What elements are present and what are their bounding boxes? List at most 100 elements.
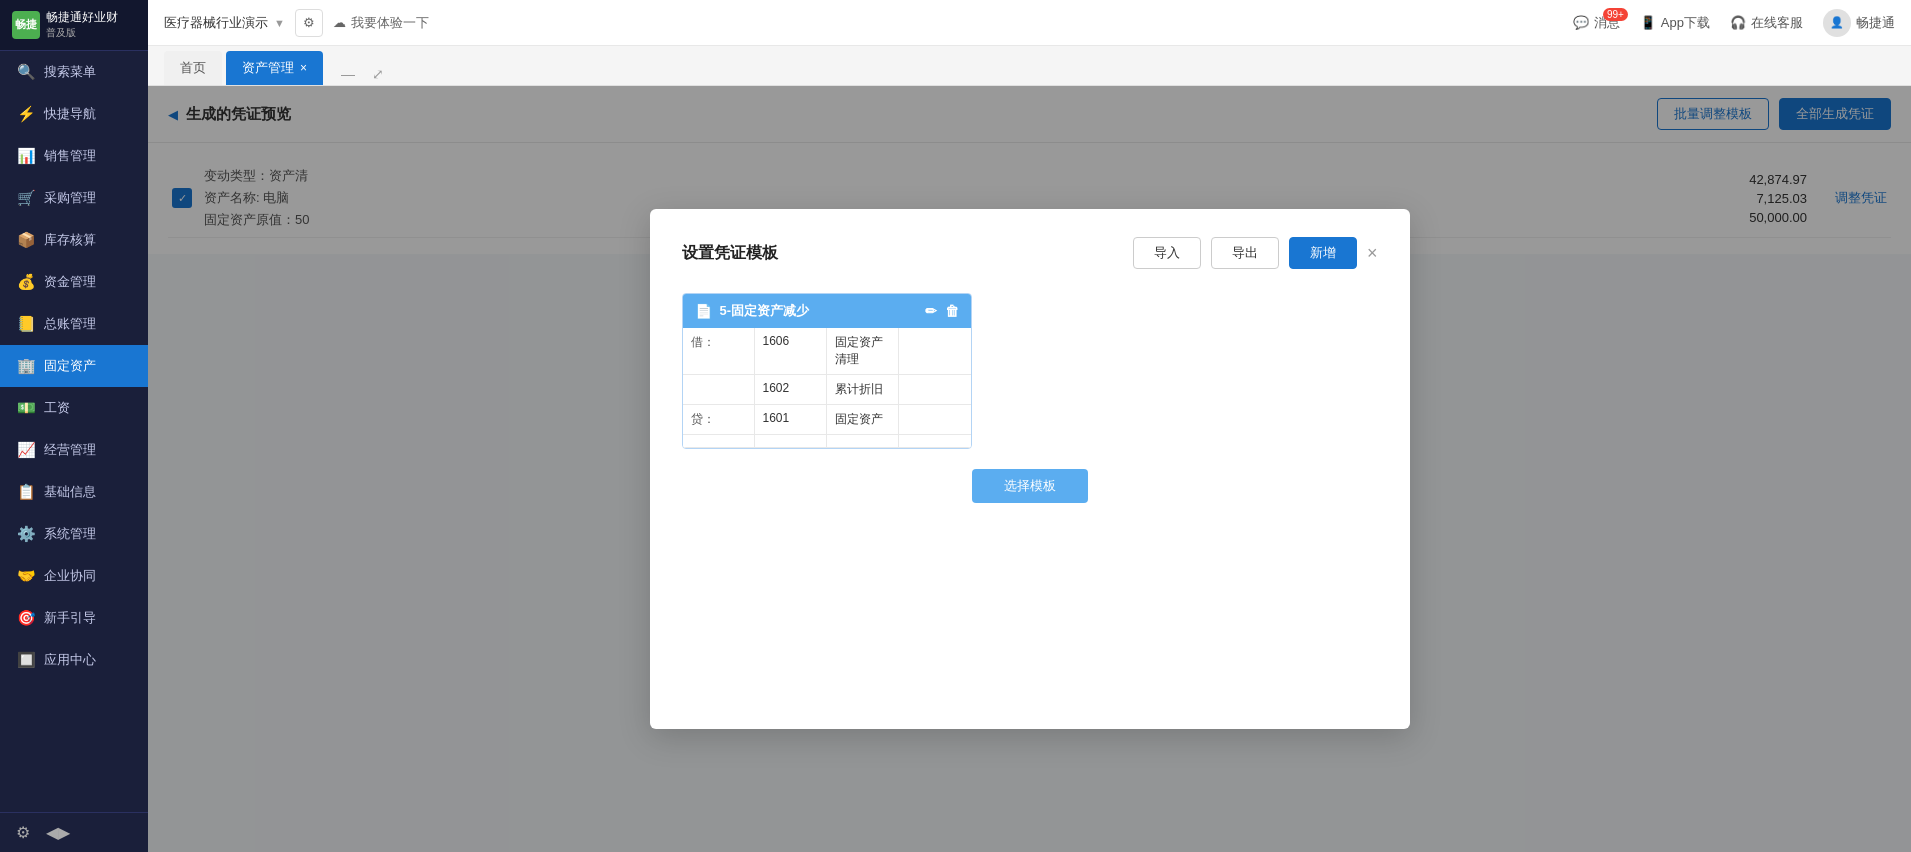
modal-overlay: 设置凭证模板 导入 导出 新增 × bbox=[148, 86, 1911, 852]
fixedasset-icon: 🏢 bbox=[16, 356, 36, 376]
tab-assetmgmt[interactable]: 资产管理 × bbox=[226, 51, 323, 85]
user-button[interactable]: 👤 畅捷通 bbox=[1823, 9, 1895, 37]
sidebar-label-search: 搜索菜单 bbox=[44, 63, 96, 81]
settings-icon[interactable]: ⚙ bbox=[16, 823, 30, 842]
message-button[interactable]: 💬 消息 99+ bbox=[1573, 14, 1620, 32]
select-template-area: 选择模板 bbox=[682, 469, 1378, 503]
support-button[interactable]: 🎧 在线客服 bbox=[1730, 14, 1803, 32]
sidebar-item-inventory[interactable]: 📦 库存核算 bbox=[0, 219, 148, 261]
modal-close-button[interactable]: × bbox=[1367, 243, 1378, 264]
sidebar-label-inventory: 库存核算 bbox=[44, 231, 96, 249]
message-icon: 💬 bbox=[1573, 15, 1589, 30]
template-card-header: 📄 5-固定资产减少 ✏ 🗑 bbox=[683, 294, 971, 328]
sidebar-label-collab: 企业协同 bbox=[44, 567, 96, 585]
sidebar-item-fixedasset[interactable]: 🏢固定资产 bbox=[0, 345, 148, 387]
sidebar-item-collab[interactable]: 🤝 企业协同 bbox=[0, 555, 148, 597]
sidebar-label-basic: 基础信息 bbox=[44, 483, 96, 501]
topbar-left: 医疗器械行业演示 ▼ ⚙ ☁ 我要体验一下 bbox=[164, 9, 429, 37]
collapse-icon[interactable]: ◀▶ bbox=[46, 823, 70, 842]
support-label: 在线客服 bbox=[1751, 14, 1803, 32]
tab-home[interactable]: 首页 bbox=[164, 51, 222, 85]
sidebar-item-basic[interactable]: 📋基础信息 bbox=[0, 471, 148, 513]
sidebar-item-finance[interactable]: 💰资金管理 bbox=[0, 261, 148, 303]
export-button[interactable]: 导出 bbox=[1211, 237, 1279, 269]
sidebar-item-search[interactable]: 🔍 搜索菜单 bbox=[0, 51, 148, 93]
ledger-icon: 📒 bbox=[16, 314, 36, 334]
sales-icon: 📊 bbox=[16, 146, 36, 166]
tab-assetmgmt-label: 资产管理 bbox=[242, 59, 294, 77]
nav-tabs: 首页 资产管理 × — ⤢ bbox=[148, 46, 1911, 86]
company-chevron-icon: ▼ bbox=[274, 17, 285, 29]
sidebar-label-quicknav: 快捷导航 bbox=[44, 105, 96, 123]
appdownload-icon: 📱 bbox=[1640, 15, 1656, 30]
debit-label-1: 借： bbox=[683, 328, 755, 374]
sidebar-label-payroll: 工资 bbox=[44, 399, 70, 417]
sidebar-item-system[interactable]: ⚙️ 系统管理 bbox=[0, 513, 148, 555]
debit-account-2: 累计折旧 bbox=[827, 375, 899, 404]
import-button[interactable]: 导入 bbox=[1133, 237, 1201, 269]
sidebar-label-finance: 资金管理 bbox=[44, 273, 96, 291]
sidebar: 畅捷 畅捷通好业财 普及版 🔍 搜索菜单 ⚡快捷导航📊销售管理🛒采购管理 📦 库存核算 💰… bbox=[0, 0, 148, 852]
sidebar-item-ledger[interactable]: 📒 总账管理 bbox=[0, 303, 148, 345]
tab-home-label: 首页 bbox=[180, 59, 206, 77]
template-card-actions: ✏ 🗑 bbox=[925, 303, 959, 319]
sidebar-logo: 畅捷 畅捷通好业财 普及版 bbox=[0, 0, 148, 51]
sidebar-label-purchase: 采购管理 bbox=[44, 189, 96, 207]
new-template-button[interactable]: 新增 bbox=[1289, 237, 1357, 269]
modal-title: 设置凭证模板 bbox=[682, 243, 778, 264]
debit-label-2 bbox=[683, 375, 755, 404]
support-icon: 🎧 bbox=[1730, 15, 1746, 30]
sidebar-nav: 🔍 搜索菜单 ⚡快捷导航📊销售管理🛒采购管理 📦 库存核算 💰资金管理 📒 总账管理 🏢固定资产… bbox=[0, 51, 148, 812]
topbar-gear-button[interactable]: ⚙ bbox=[295, 9, 323, 37]
tab-close-icon[interactable]: × bbox=[300, 61, 307, 75]
message-badge: 99+ bbox=[1603, 8, 1628, 21]
appdownload-button[interactable]: 📱 App下载 bbox=[1640, 14, 1710, 32]
sidebar-label-operations: 经营管理 bbox=[44, 441, 96, 459]
sidebar-label-guide: 新手引导 bbox=[44, 609, 96, 627]
sidebar-label-system: 系统管理 bbox=[44, 525, 96, 543]
select-template-button[interactable]: 选择模板 bbox=[972, 469, 1088, 503]
credit-label-1: 贷： bbox=[683, 405, 755, 434]
logo-sub: 普及版 bbox=[46, 26, 118, 40]
sidebar-item-payroll[interactable]: 💵工资 bbox=[0, 387, 148, 429]
trial-label: 我要体验一下 bbox=[351, 14, 429, 32]
modal-header-right: 导入 导出 新增 × bbox=[1133, 237, 1378, 269]
template-edit-icon[interactable]: ✏ bbox=[925, 303, 937, 319]
window-maximize-button[interactable]: ⤢ bbox=[367, 63, 389, 85]
modal-set-template: 设置凭证模板 导入 导出 新增 × bbox=[650, 209, 1410, 729]
company-selector[interactable]: 医疗器械行业演示 ▼ bbox=[164, 14, 285, 32]
template-card-body: 借： 1606 固定资产清理 1602 累计折旧 bbox=[683, 328, 971, 448]
sidebar-item-guide[interactable]: 🎯 新手引导 bbox=[0, 597, 148, 639]
sidebar-item-quicknav[interactable]: ⚡快捷导航 bbox=[0, 93, 148, 135]
template-delete-icon[interactable]: 🗑 bbox=[945, 303, 959, 319]
credit-extra-1 bbox=[899, 405, 971, 434]
collab-icon: 🤝 bbox=[16, 566, 36, 586]
sidebar-label-ledger: 总账管理 bbox=[44, 315, 96, 333]
template-name: 5-固定资产减少 bbox=[720, 302, 810, 320]
company-name: 医疗器械行业演示 bbox=[164, 14, 268, 32]
sidebar-item-sales[interactable]: 📊销售管理 bbox=[0, 135, 148, 177]
sidebar-bottom: ⚙ ◀▶ bbox=[0, 812, 148, 852]
inventory-icon: 📦 bbox=[16, 230, 36, 250]
sidebar-label-appcenter: 应用中心 bbox=[44, 651, 96, 669]
template-row-empty bbox=[683, 435, 971, 448]
template-row-credit-1: 贷： 1601 固定资产 bbox=[683, 405, 971, 435]
sidebar-item-appcenter[interactable]: 🔲应用中心 bbox=[0, 639, 148, 681]
trial-button[interactable]: ☁ 我要体验一下 bbox=[333, 14, 429, 32]
guide-icon: 🎯 bbox=[16, 608, 36, 628]
debit-extra-2 bbox=[899, 375, 971, 404]
user-label: 畅捷通 bbox=[1856, 14, 1895, 32]
window-controls: — ⤢ bbox=[337, 63, 389, 85]
template-doc-icon: 📄 bbox=[695, 303, 712, 319]
debit-extra-1 bbox=[899, 328, 971, 374]
avatar: 👤 bbox=[1823, 9, 1851, 37]
template-card-title: 📄 5-固定资产减少 bbox=[695, 302, 810, 320]
topbar: 医疗器械行业演示 ▼ ⚙ ☁ 我要体验一下 💬 消息 99+ 📱 App下载 bbox=[148, 0, 1911, 46]
sidebar-item-purchase[interactable]: 🛒采购管理 bbox=[0, 177, 148, 219]
system-icon: ⚙️ bbox=[16, 524, 36, 544]
debit-code-2: 1602 bbox=[755, 375, 827, 404]
sidebar-item-operations[interactable]: 📈经营管理 bbox=[0, 429, 148, 471]
search-icon: 🔍 bbox=[16, 62, 36, 82]
modal-action-buttons: 导入 导出 新增 bbox=[1133, 237, 1357, 269]
window-minimize-button[interactable]: — bbox=[337, 63, 359, 85]
